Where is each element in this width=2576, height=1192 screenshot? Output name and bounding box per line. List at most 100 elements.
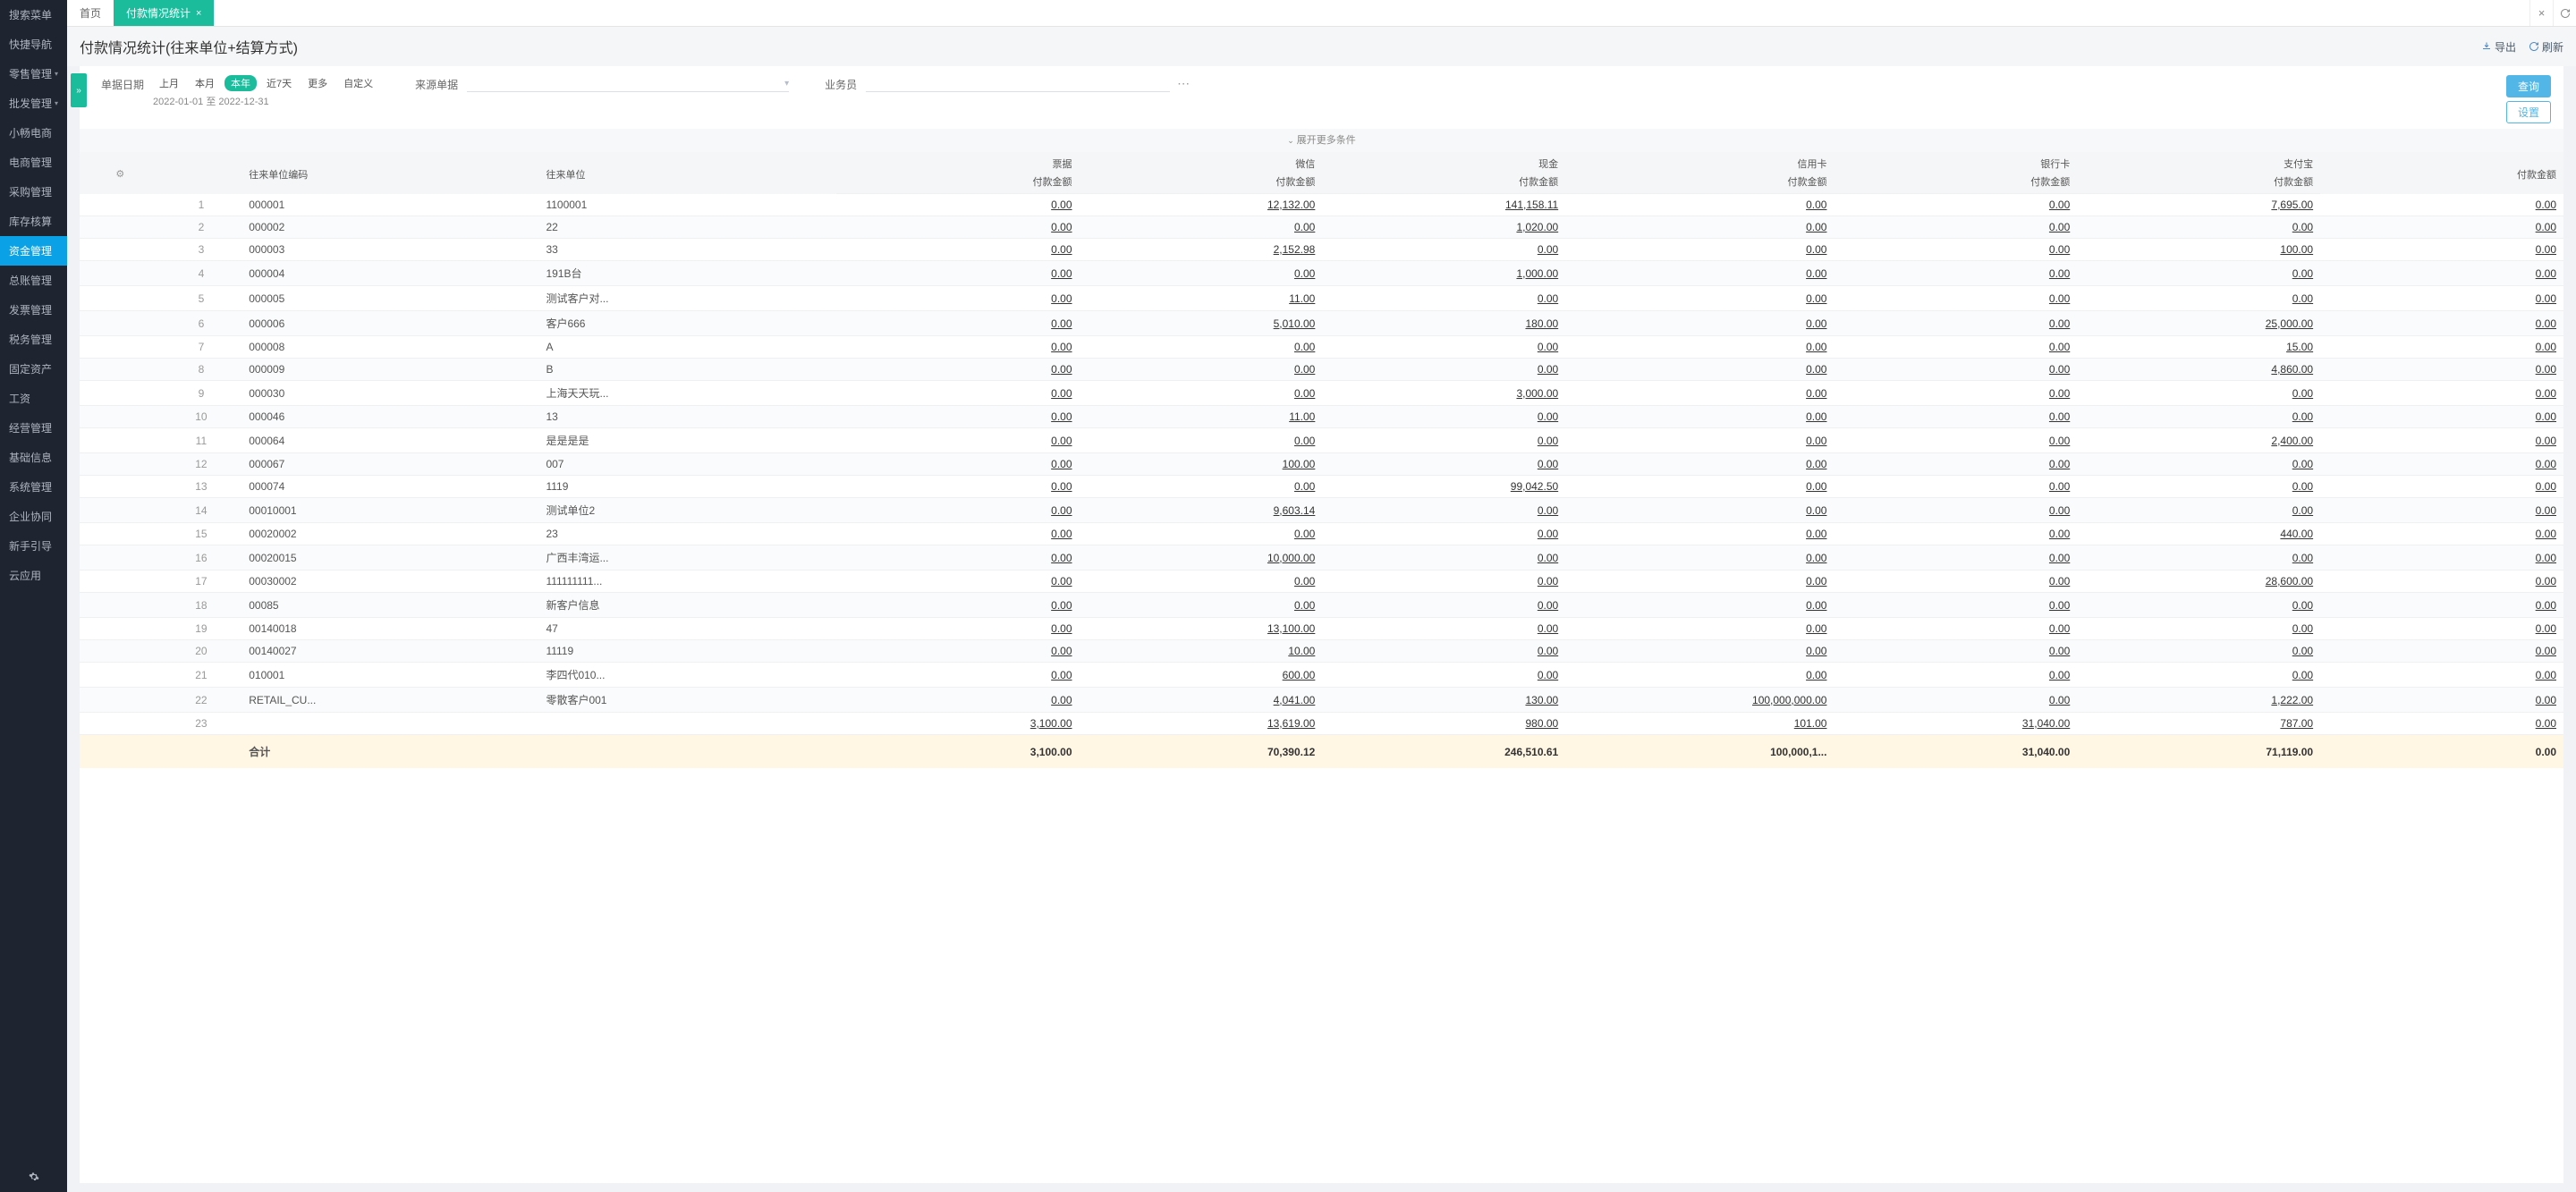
amount-link[interactable]: 0.00 xyxy=(1806,528,1826,540)
amount-link[interactable]: 0.00 xyxy=(2292,267,2313,280)
amount-link[interactable]: 0.00 xyxy=(1806,387,1826,400)
sidebar-item-15[interactable]: 基础信息 xyxy=(0,443,67,472)
amount-link[interactable]: 0.00 xyxy=(1051,267,1072,280)
col-group-2[interactable]: 现金 xyxy=(1322,152,1565,173)
amount-link[interactable]: 0.00 xyxy=(1538,410,1558,423)
source-doc-select[interactable] xyxy=(467,75,789,92)
amount-link[interactable]: 1,000.00 xyxy=(1516,267,1558,280)
amount-link[interactable]: 99,042.50 xyxy=(1511,480,1558,493)
amount-link[interactable]: 0.00 xyxy=(1806,622,1826,635)
amount-link[interactable]: 4,860.00 xyxy=(2271,363,2313,376)
amount-link[interactable]: 28,600.00 xyxy=(2266,575,2313,588)
amount-link[interactable]: 0.00 xyxy=(1538,435,1558,447)
col-sub-5[interactable]: 付款金额 xyxy=(2077,173,2320,194)
amount-link[interactable]: 0.00 xyxy=(2049,410,2070,423)
amount-link[interactable]: 0.00 xyxy=(1806,267,1826,280)
col-partner[interactable]: 往来单位 xyxy=(538,152,835,194)
table-row[interactable]: 6000006客户6660.005,010.00180.000.000.0025… xyxy=(80,311,2563,336)
col-group-0[interactable]: 票据 xyxy=(836,152,1080,173)
amount-link[interactable]: 0.00 xyxy=(2536,669,2556,681)
table-settings-icon[interactable]: ⚙ xyxy=(80,152,161,194)
amount-link[interactable]: 0.00 xyxy=(2049,363,2070,376)
amount-link[interactable]: 0.00 xyxy=(2292,221,2313,233)
amount-link[interactable]: 3,000.00 xyxy=(1516,387,1558,400)
collapse-filters-toggle[interactable]: » xyxy=(71,73,87,107)
amount-link[interactable]: 0.00 xyxy=(2292,458,2313,470)
amount-link[interactable]: 0.00 xyxy=(2536,267,2556,280)
amount-link[interactable]: 0.00 xyxy=(1051,622,1072,635)
amount-link[interactable]: 0.00 xyxy=(2049,575,2070,588)
amount-link[interactable]: 0.00 xyxy=(1806,645,1826,657)
col-partner-code[interactable]: 往来单位编码 xyxy=(242,152,538,194)
amount-link[interactable]: 787.00 xyxy=(2280,717,2313,730)
amount-link[interactable]: 0.00 xyxy=(1538,292,1558,305)
amount-link[interactable]: 10.00 xyxy=(1288,645,1315,657)
tab-home[interactable]: 首页 xyxy=(67,0,114,26)
amount-link[interactable]: 11.00 xyxy=(1289,292,1315,305)
amount-link[interactable]: 0.00 xyxy=(1051,199,1072,211)
amount-link[interactable]: 0.00 xyxy=(1806,458,1826,470)
amount-link[interactable]: 0.00 xyxy=(1051,504,1072,517)
amount-link[interactable]: 0.00 xyxy=(2292,669,2313,681)
amount-link[interactable]: 31,040.00 xyxy=(2022,717,2070,730)
col-group-3[interactable]: 信用卡 xyxy=(1565,152,1834,173)
amount-link[interactable]: 0.00 xyxy=(2049,267,2070,280)
amount-link[interactable]: 0.00 xyxy=(2536,599,2556,612)
amount-link[interactable]: 0.00 xyxy=(2536,528,2556,540)
amount-link[interactable]: 0.00 xyxy=(1806,221,1826,233)
amount-link[interactable]: 0.00 xyxy=(2049,292,2070,305)
col-sub-4[interactable]: 付款金额 xyxy=(1834,173,2077,194)
amount-link[interactable]: 100.00 xyxy=(1283,458,1316,470)
tab-close-all[interactable]: × xyxy=(2529,0,2553,26)
query-button[interactable]: 查询 xyxy=(2506,75,2551,97)
amount-link[interactable]: 0.00 xyxy=(1051,221,1072,233)
export-button[interactable]: 导出 xyxy=(2481,39,2516,55)
amount-link[interactable]: 0.00 xyxy=(1538,458,1558,470)
refresh-button[interactable]: 刷新 xyxy=(2529,39,2563,55)
table-row[interactable]: 1700030002111111111...0.000.000.000.000.… xyxy=(80,571,2563,593)
amount-link[interactable]: 12,132.00 xyxy=(1267,199,1315,211)
amount-link[interactable]: 0.00 xyxy=(2049,528,2070,540)
salesperson-lookup-icon[interactable]: ⋯ xyxy=(1174,76,1194,91)
sidebar-item-13[interactable]: 工资 xyxy=(0,384,67,413)
amount-link[interactable]: 100,000,000.00 xyxy=(1752,694,1826,706)
amount-link[interactable]: 0.00 xyxy=(2049,387,2070,400)
amount-link[interactable]: 9,603.14 xyxy=(1274,504,1316,517)
amount-link[interactable]: 0.00 xyxy=(2536,480,2556,493)
amount-link[interactable]: 0.00 xyxy=(1806,363,1826,376)
amount-link[interactable]: 0.00 xyxy=(2536,645,2556,657)
amount-link[interactable]: 0.00 xyxy=(1806,435,1826,447)
amount-link[interactable]: 0.00 xyxy=(1051,645,1072,657)
amount-link[interactable]: 0.00 xyxy=(1806,669,1826,681)
table-row[interactable]: 9000030上海天天玩...0.000.003,000.000.000.000… xyxy=(80,381,2563,406)
amount-link[interactable]: 0.00 xyxy=(2536,575,2556,588)
sidebar-item-3[interactable]: 批发管理▾ xyxy=(0,89,67,118)
amount-link[interactable]: 4,041.00 xyxy=(1274,694,1316,706)
col-sub-2[interactable]: 付款金额 xyxy=(1322,173,1565,194)
amount-link[interactable]: 0.00 xyxy=(2536,199,2556,211)
table-row[interactable]: 120000670070.00100.000.000.000.000.000.0… xyxy=(80,453,2563,476)
amount-link[interactable]: 0.00 xyxy=(1294,480,1315,493)
amount-link[interactable]: 10,000.00 xyxy=(1267,552,1315,564)
amount-link[interactable]: 0.00 xyxy=(1051,435,1072,447)
amount-link[interactable]: 0.00 xyxy=(1538,575,1558,588)
amount-link[interactable]: 0.00 xyxy=(2049,458,2070,470)
sidebar-item-4[interactable]: 小畅电商 xyxy=(0,118,67,148)
date-pill-2[interactable]: 本年 xyxy=(225,75,257,91)
table-row[interactable]: 100000111000010.0012,132.00141,158.110.0… xyxy=(80,194,2563,216)
amount-link[interactable]: 0.00 xyxy=(1538,599,1558,612)
table-row[interactable]: 8000009B0.000.000.000.000.004,860.000.00 xyxy=(80,359,2563,381)
amount-link[interactable]: 0.00 xyxy=(1051,387,1072,400)
amount-link[interactable]: 0.00 xyxy=(2292,622,2313,635)
amount-link[interactable]: 0.00 xyxy=(1294,575,1315,588)
amount-link[interactable]: 11.00 xyxy=(1289,410,1315,423)
amount-link[interactable]: 0.00 xyxy=(1051,528,1072,540)
sidebar-item-10[interactable]: 发票管理 xyxy=(0,295,67,325)
col-group-5[interactable]: 支付宝 xyxy=(2077,152,2320,173)
table-row[interactable]: 7000008A0.000.000.000.000.0015.000.00 xyxy=(80,336,2563,359)
amount-link[interactable]: 13,619.00 xyxy=(1267,717,1315,730)
amount-link[interactable]: 0.00 xyxy=(1806,199,1826,211)
amount-link[interactable]: 0.00 xyxy=(1051,410,1072,423)
amount-link[interactable]: 0.00 xyxy=(1051,458,1072,470)
sidebar-item-16[interactable]: 系统管理 xyxy=(0,472,67,502)
